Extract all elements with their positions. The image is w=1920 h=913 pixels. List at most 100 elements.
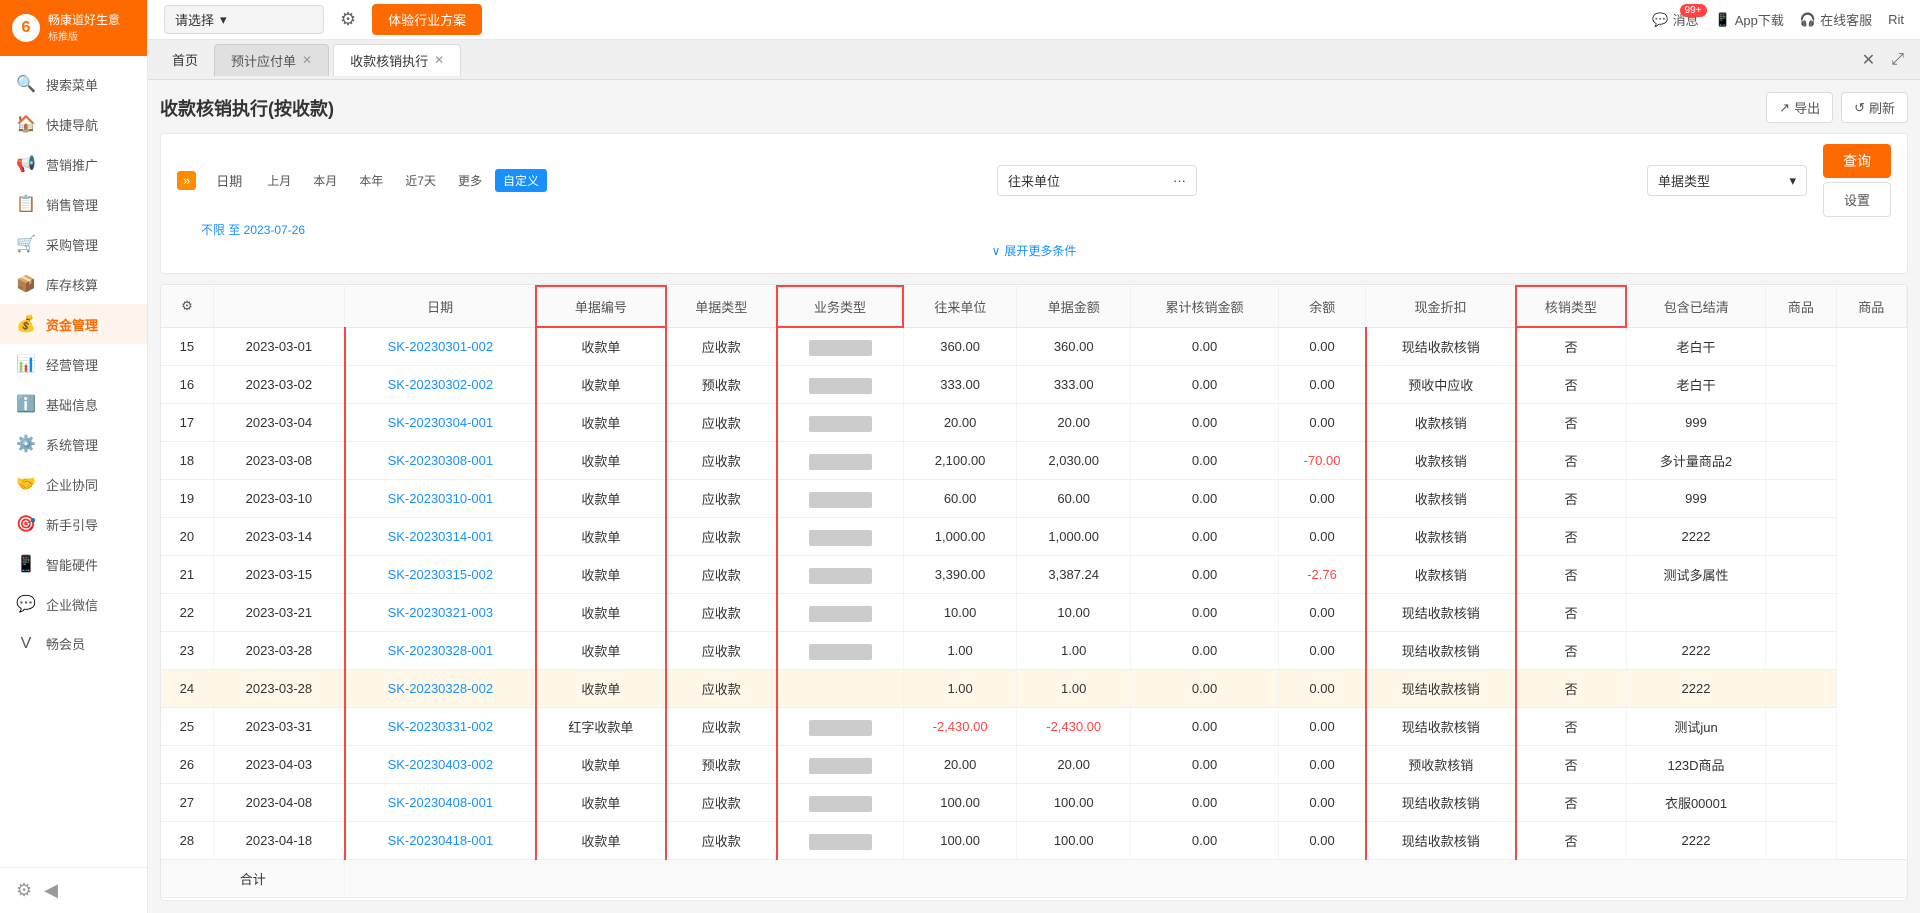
col-billtype-header[interactable]: 单据类型 (666, 286, 777, 327)
bill-link[interactable]: SK-20230408-001 (388, 795, 494, 810)
col-amount-header[interactable]: 单据金额 (1017, 286, 1131, 327)
table-row[interactable]: 24 2023-03-28 SK-20230328-002 收款单 应收款 1.… (161, 670, 1907, 708)
bill-link[interactable]: SK-20230418-001 (388, 833, 494, 848)
bill-link[interactable]: SK-20230314-001 (388, 529, 494, 544)
user-menu[interactable]: Rit (1888, 12, 1904, 27)
tab-home[interactable]: 首页 (160, 44, 210, 75)
table-row[interactable]: 22 2023-03-21 SK-20230321-003 收款单 应收款 ██… (161, 594, 1907, 632)
tab-expand-button[interactable]: ⤢ (1887, 46, 1908, 74)
tab-close-all-button[interactable]: ✕ (1858, 46, 1879, 74)
date-last-month[interactable]: 上月 (258, 168, 300, 193)
solution-button[interactable]: 体验行业方案 (372, 4, 482, 35)
refresh-button[interactable]: ↺ 刷新 (1841, 92, 1908, 123)
tab-prepay-close[interactable]: ✕ (302, 53, 312, 67)
sidebar-item-operations[interactable]: 📊经营管理 (0, 344, 147, 384)
sidebar-item-enterprise[interactable]: 🤝企业协同 (0, 464, 147, 504)
app-download-button[interactable]: 📱 App下载 (1715, 10, 1784, 29)
filter-expand-button[interactable]: » (177, 171, 196, 190)
col-includesettled-header[interactable]: 包含已结清 (1626, 286, 1765, 327)
tab-receipt[interactable]: 收款核销执行 ✕ (333, 44, 461, 76)
bill-link[interactable]: SK-20230321-003 (388, 605, 494, 620)
bill-link[interactable]: SK-20230331-002 (388, 719, 494, 734)
col-date-header[interactable]: 日期 (345, 286, 536, 327)
sidebar-item-hardware[interactable]: 📱智能硬件 (0, 544, 147, 584)
col-row-billtype: 收款单 (536, 327, 666, 366)
col-canceltype-header[interactable]: 核销类型 (1516, 286, 1627, 327)
col-settings-header[interactable]: ⚙ (161, 286, 213, 327)
filter-settings-button[interactable]: 设置 (1823, 182, 1891, 217)
table-row[interactable]: 17 2023-03-04 SK-20230304-001 收款单 应收款 ██… (161, 404, 1907, 442)
col-row-billno: SK-20230328-001 (345, 632, 536, 670)
query-button[interactable]: 查询 (1823, 144, 1891, 178)
table-row[interactable]: 16 2023-03-02 SK-20230302-002 收款单 预收款 ██… (161, 366, 1907, 404)
receipt-type-select[interactable]: 单据类型 ▾ (1647, 165, 1807, 196)
col-goods2-header[interactable]: 商品 (1836, 286, 1906, 327)
col-row-amount: 20.00 (903, 404, 1017, 442)
tab-receipt-close[interactable]: ✕ (434, 53, 444, 67)
settings-gear-icon[interactable]: ⚙ (336, 5, 360, 34)
partner-input[interactable]: 往来单位 ··· (997, 165, 1197, 196)
sidebar-item-quicknav[interactable]: 🏠快捷导航 (0, 104, 147, 144)
date-7-days[interactable]: 近7天 (396, 168, 445, 193)
table-row[interactable]: 20 2023-03-14 SK-20230314-001 收款单 应收款 ██… (161, 518, 1907, 556)
bill-link[interactable]: SK-20230302-002 (388, 377, 494, 392)
col-partner-header[interactable]: 往来单位 (903, 286, 1017, 327)
col-row-partner: ████ (777, 556, 904, 594)
bill-link[interactable]: SK-20230328-002 (388, 681, 494, 696)
bill-link[interactable]: SK-20230315-002 (388, 567, 494, 582)
col-row-cashdiscount: 0.00 (1279, 708, 1366, 746)
col-biztype-header[interactable]: 业务类型 (777, 286, 904, 327)
messages-button[interactable]: 💬 消息 99+ (1652, 10, 1698, 29)
expand-more-button[interactable]: ∨ 展开更多条件 (177, 238, 1891, 263)
table-row[interactable]: 28 2023-04-18 SK-20230418-001 收款单 应收款 ██… (161, 822, 1907, 860)
col-row-includesettled: 否 (1516, 594, 1627, 632)
table-row[interactable]: 25 2023-03-31 SK-20230331-002 红字收款单 应收款 … (161, 708, 1907, 746)
table-row[interactable]: 19 2023-03-10 SK-20230310-001 收款单 应收款 ██… (161, 480, 1907, 518)
date-custom-button[interactable]: 自定义 (495, 169, 547, 192)
table-row[interactable]: 15 2023-03-01 SK-20230301-002 收款单 应收款 ██… (161, 327, 1907, 366)
collapse-icon[interactable]: ◀ (44, 880, 58, 901)
export-button[interactable]: ↗ 导出 (1766, 92, 1833, 123)
company-selector[interactable]: 请选择 ▾ (164, 5, 324, 34)
table-row[interactable]: 23 2023-03-28 SK-20230328-001 收款单 应收款 ██… (161, 632, 1907, 670)
sidebar-item-search[interactable]: 🔍搜索菜单 (0, 64, 147, 104)
bill-link[interactable]: SK-20230301-002 (388, 339, 494, 354)
sidebar-item-inventory[interactable]: 📦库存核算 (0, 264, 147, 304)
date-this-year[interactable]: 本年 (350, 168, 392, 193)
col-billno-header[interactable]: 单据编号 (536, 286, 666, 327)
bill-link[interactable]: SK-20230310-001 (388, 491, 494, 506)
data-table-wrapper[interactable]: ⚙ 日期 单据编号 单据类型 业务类型 往来单位 单据金额 累计核销金额 余额 … (160, 284, 1908, 901)
sidebar-item-guide[interactable]: 🎯新手引导 (0, 504, 147, 544)
table-row[interactable]: 21 2023-03-15 SK-20230315-002 收款单 应收款 ██… (161, 556, 1907, 594)
settings-icon[interactable]: ⚙ (16, 880, 32, 901)
col-row-balance: 0.00 (1131, 518, 1279, 556)
tab-prepay[interactable]: 预计应付单 ✕ (214, 44, 329, 76)
sidebar-item-marketing[interactable]: 📢营销推广 (0, 144, 147, 184)
bill-link[interactable]: SK-20230328-001 (388, 643, 494, 658)
col-goods-header[interactable]: 商品 (1766, 286, 1836, 327)
table-row[interactable]: 27 2023-04-08 SK-20230408-001 收款单 应收款 ██… (161, 784, 1907, 822)
online-service-button[interactable]: 🎧 在线客服 (1800, 10, 1872, 29)
col-cumamount-header[interactable]: 累计核销金额 (1131, 286, 1279, 327)
table-row[interactable]: 26 2023-04-03 SK-20230403-002 收款单 预收款 ██… (161, 746, 1907, 784)
sidebar-item-purchase[interactable]: 🛒采购管理 (0, 224, 147, 264)
table-row[interactable]: 18 2023-03-08 SK-20230308-001 收款单 应收款 ██… (161, 442, 1907, 480)
col-balance-header[interactable]: 余额 (1279, 286, 1366, 327)
sidebar-item-wechat[interactable]: 💬企业微信 (0, 584, 147, 624)
date-this-month[interactable]: 本月 (304, 168, 346, 193)
col-row-biztype: 应收款 (666, 480, 777, 518)
col-row-billno: SK-20230315-002 (345, 556, 536, 594)
sidebar-item-member[interactable]: V畅会员 (0, 624, 147, 663)
sidebar-item-sales[interactable]: 📋销售管理 (0, 184, 147, 224)
col-row-includesettled: 否 (1516, 327, 1627, 366)
sidebar-item-basic[interactable]: ℹ️基础信息 (0, 384, 147, 424)
col-row-biztype: 应收款 (666, 632, 777, 670)
bill-link[interactable]: SK-20230403-002 (388, 757, 494, 772)
sidebar-item-system[interactable]: ⚙️系统管理 (0, 424, 147, 464)
col-row-amount: -2,430.00 (903, 708, 1017, 746)
bill-link[interactable]: SK-20230308-001 (388, 453, 494, 468)
date-more[interactable]: 更多 (449, 168, 491, 193)
sidebar-item-finance[interactable]: 💰资金管理 (0, 304, 147, 344)
bill-link[interactable]: SK-20230304-001 (388, 415, 494, 430)
col-cashdiscount-header[interactable]: 现金折扣 (1366, 286, 1516, 327)
